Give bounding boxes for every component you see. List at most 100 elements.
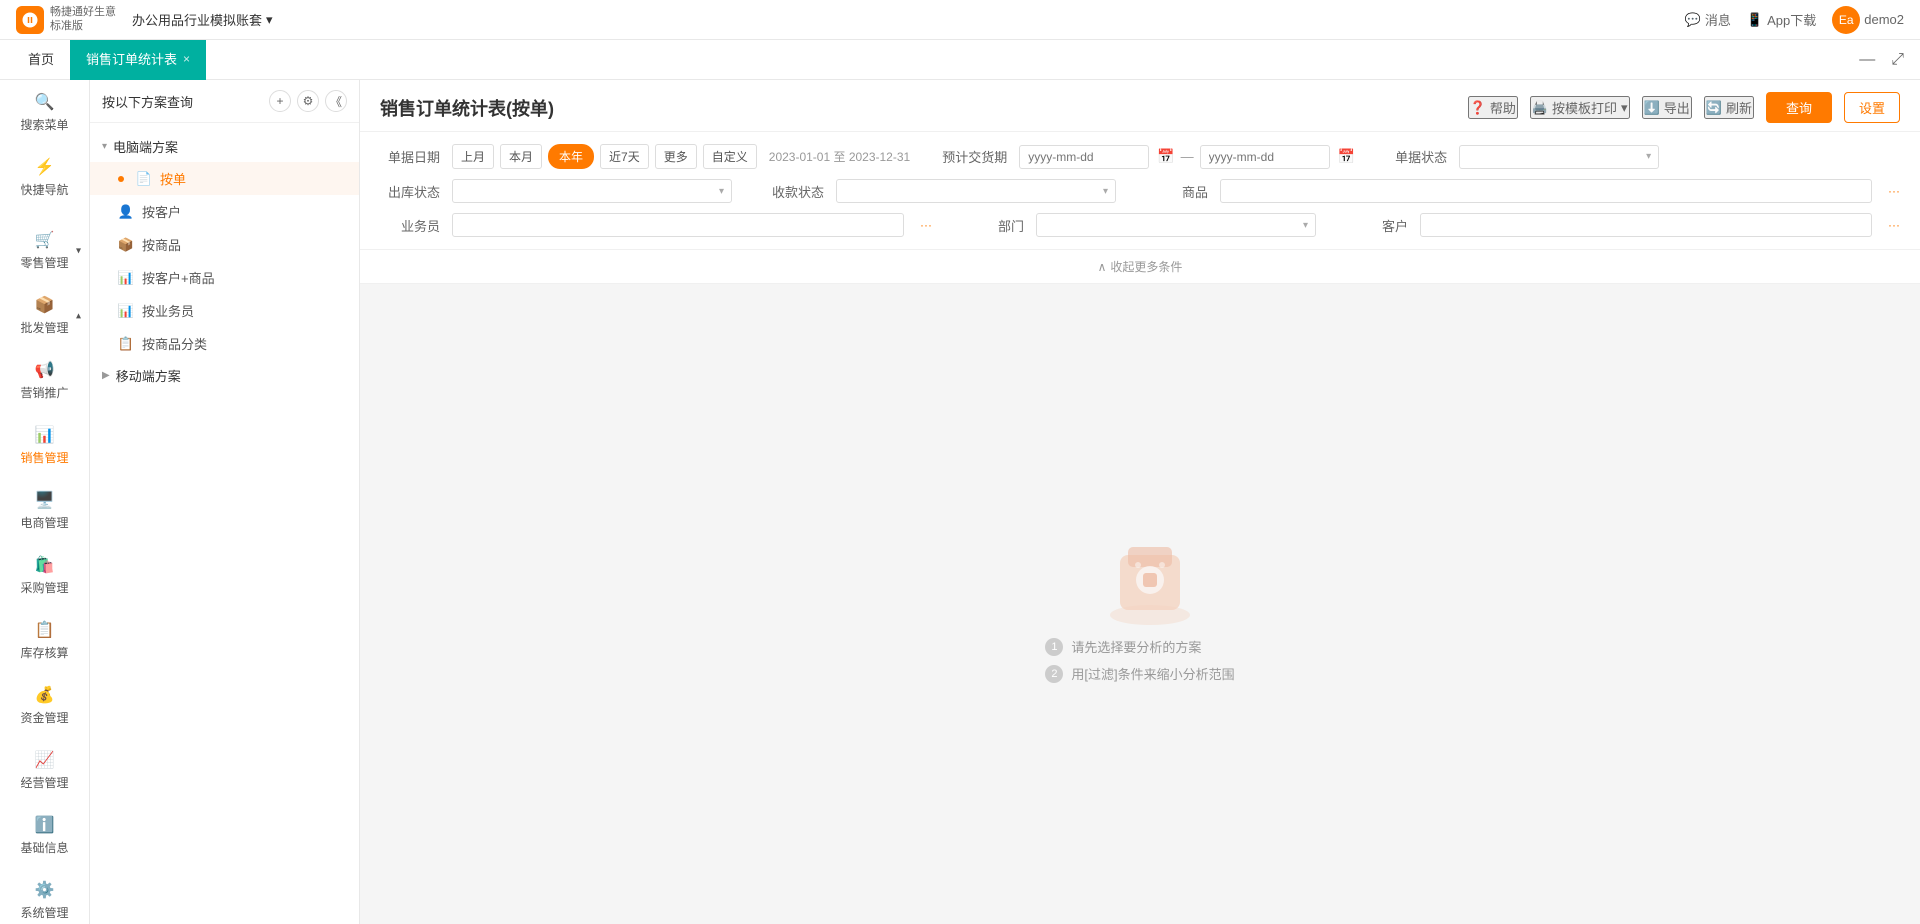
filter-row-2: 出库状态 ▾ 收款状态 ▾ 商品 <box>380 179 1900 203</box>
customer-label: 客户 <box>1348 216 1408 235</box>
tree-item-by-order[interactable]: 📄 按单 <box>90 162 359 195</box>
left-panel: 按以下方案查询 + ⚙ 《 ▾ 电脑端方案 📄 按单 👤 <box>90 80 360 924</box>
chevron-down-icon: ▾ <box>266 12 273 28</box>
top-bar: 畅捷通好生意 标准版 办公用品行业模拟账套 ▾ 💬 消息 📱 App下载 Ea … <box>0 0 1920 40</box>
calendar-icon-2[interactable]: 📅 <box>1338 148 1355 165</box>
goods-input[interactable] <box>1220 179 1872 203</box>
customer-more-btn[interactable]: ··· <box>1888 218 1900 232</box>
query-button[interactable]: 查询 <box>1766 92 1832 123</box>
sidebar-item-marketing[interactable]: 📢 营销推广 <box>0 348 89 413</box>
date-btn-this-month[interactable]: 本月 <box>500 144 542 169</box>
help-button[interactable]: ❓ 帮助 <box>1468 96 1518 119</box>
empty-state: 1 请先选择要分析的方案 2 用[过滤]条件来缩小分析范围 <box>360 284 1920 924</box>
print-icon: 🖨️ <box>1532 100 1548 116</box>
avatar: Ea <box>1832 6 1860 34</box>
date-btn-last-month[interactable]: 上月 <box>452 144 494 169</box>
sidebar-item-purchase[interactable]: 🛍️ 采购管理 <box>0 543 89 608</box>
collapse-panel-button[interactable]: 《 <box>325 90 347 112</box>
workspace-selector[interactable]: 办公用品行业模拟账套 ▾ <box>124 10 281 29</box>
user-menu[interactable]: Ea demo2 <box>1832 6 1904 34</box>
operation-icon: 📈 <box>35 750 55 770</box>
sidebar-item-retail[interactable]: 🛒 零售管理 ▾ <box>0 218 89 283</box>
tree-item-by-customer[interactable]: 👤 按客户 <box>90 195 359 228</box>
tree-item-by-goods[interactable]: 📦 按商品 <box>90 228 359 261</box>
salesperson-input[interactable] <box>452 213 904 237</box>
left-panel-header: 按以下方案查询 + ⚙ 《 <box>90 80 359 123</box>
top-bar-left: 畅捷通好生意 标准版 办公用品行业模拟账套 ▾ <box>16 6 281 34</box>
expected-date-end[interactable] <box>1200 145 1330 169</box>
print-button[interactable]: 🖨️ 按模板打印 ▾ <box>1530 96 1630 119</box>
left-panel-actions: + ⚙ 《 <box>269 90 347 112</box>
sidebar-item-quick-nav[interactable]: ⚡ 快捷导航 <box>0 145 89 210</box>
tree-group-pc[interactable]: ▾ 电脑端方案 <box>90 131 359 162</box>
tab-home[interactable]: 首页 <box>12 40 70 80</box>
top-bar-right: 💬 消息 📱 App下载 Ea demo2 <box>1685 6 1904 34</box>
payment-status-select[interactable] <box>836 179 1116 203</box>
tab-minimize-button[interactable]: — <box>1855 47 1879 73</box>
caret-down-icon: ▾ <box>102 141 107 152</box>
tree-group-mobile[interactable]: ▶ 移动端方案 <box>90 360 359 391</box>
sidebar-item-inventory[interactable]: 📋 库存核算 <box>0 608 89 673</box>
date-btn-custom[interactable]: 自定义 <box>703 144 757 169</box>
setting-button[interactable]: 设置 <box>1844 92 1900 123</box>
chevron-right-icon-2: ▴ <box>76 310 81 321</box>
tree-item-by-category[interactable]: 📋 按商品分类 <box>90 327 359 360</box>
export-icon: ⬇️ <box>1644 100 1660 116</box>
sidebar-item-operation[interactable]: 📈 经营管理 <box>0 738 89 803</box>
refresh-button[interactable]: 🔄 刷新 <box>1704 96 1754 119</box>
tree-item-by-customer-goods[interactable]: 📊 按客户+商品 <box>90 261 359 294</box>
hint-num-2: 2 <box>1045 665 1063 683</box>
left-panel-title: 按以下方案查询 <box>102 92 193 111</box>
date-btn-7days[interactable]: 近7天 <box>600 144 649 169</box>
tab-sales-order[interactable]: 销售订单统计表 × <box>70 40 206 80</box>
salesperson-more-btn[interactable]: ··· <box>920 218 932 232</box>
tab-close-icon[interactable]: × <box>183 52 190 66</box>
salesperson-icon: 📊 <box>118 303 134 319</box>
payment-status-wrapper: ▾ <box>836 179 1116 203</box>
message-icon: 💬 <box>1685 12 1701 28</box>
sidebar-item-base[interactable]: ℹ️ 基础信息 <box>0 803 89 868</box>
status-select-wrapper: ▾ <box>1459 145 1659 169</box>
settings-scheme-button[interactable]: ⚙ <box>297 90 319 112</box>
sidebar-item-sales[interactable]: 📊 销售管理 <box>0 413 89 478</box>
goods-label: 商品 <box>1148 182 1208 201</box>
calendar-icon-1[interactable]: 📅 <box>1157 148 1174 165</box>
customer-input[interactable] <box>1420 213 1872 237</box>
ecommerce-icon: 🖥️ <box>35 490 55 510</box>
collapse-bar[interactable]: ∧ 收起更多条件 <box>360 250 1920 284</box>
department-label: 部门 <box>964 216 1024 235</box>
date-btn-more[interactable]: 更多 <box>655 144 697 169</box>
expected-date-label: 预计交货期 <box>942 147 1007 166</box>
tree-item-by-salesperson[interactable]: 📊 按业务员 <box>90 294 359 327</box>
sidebar: 🔍 搜索菜单 ⚡ 快捷导航 🛒 零售管理 ▾ 📦 批发管理 ▴ 📢 营销推广 📊… <box>0 80 90 924</box>
status-select[interactable] <box>1459 145 1659 169</box>
customer-icon: 👤 <box>118 204 134 220</box>
sidebar-item-system[interactable]: ⚙️ 系统管理 <box>0 868 89 924</box>
date-btn-this-year[interactable]: 本年 <box>548 144 594 169</box>
brand-logo: 畅捷通好生意 标准版 <box>16 6 116 34</box>
order-icon: 📄 <box>136 171 152 187</box>
message-button[interactable]: 💬 消息 <box>1685 10 1731 29</box>
delivery-status-label: 出库状态 <box>380 182 440 201</box>
category-icon: 📋 <box>118 336 134 352</box>
tab-expand-button[interactable]: ⤢ <box>1887 47 1908 73</box>
expected-date-start[interactable] <box>1019 145 1149 169</box>
sidebar-item-search-menu[interactable]: 🔍 搜索菜单 <box>0 80 89 145</box>
sidebar-item-wholesale[interactable]: 📦 批发管理 ▴ <box>0 283 89 348</box>
sidebar-item-finance[interactable]: 💰 资金管理 <box>0 673 89 738</box>
right-panel: 销售订单统计表(按单) ❓ 帮助 🖨️ 按模板打印 ▾ ⬇️ 导出 <box>360 80 1920 924</box>
sidebar-item-ecommerce[interactable]: 🖥️ 电商管理 <box>0 478 89 543</box>
date-label: 单据日期 <box>380 147 440 166</box>
download-icon: 📱 <box>1747 12 1763 28</box>
caret-right-icon: ▶ <box>102 370 110 381</box>
export-button[interactable]: ⬇️ 导出 <box>1642 96 1692 119</box>
delivery-status-select[interactable] <box>452 179 732 203</box>
app-download-button[interactable]: 📱 App下载 <box>1747 10 1816 29</box>
goods-more-btn[interactable]: ··· <box>1888 184 1900 198</box>
marketing-icon: 📢 <box>35 360 55 380</box>
page-title: 销售订单统计表(按单) <box>380 95 554 121</box>
delivery-status-wrapper: ▾ <box>452 179 732 203</box>
flash-icon: ⚡ <box>35 157 55 177</box>
department-select[interactable] <box>1036 213 1316 237</box>
add-scheme-button[interactable]: + <box>269 90 291 112</box>
